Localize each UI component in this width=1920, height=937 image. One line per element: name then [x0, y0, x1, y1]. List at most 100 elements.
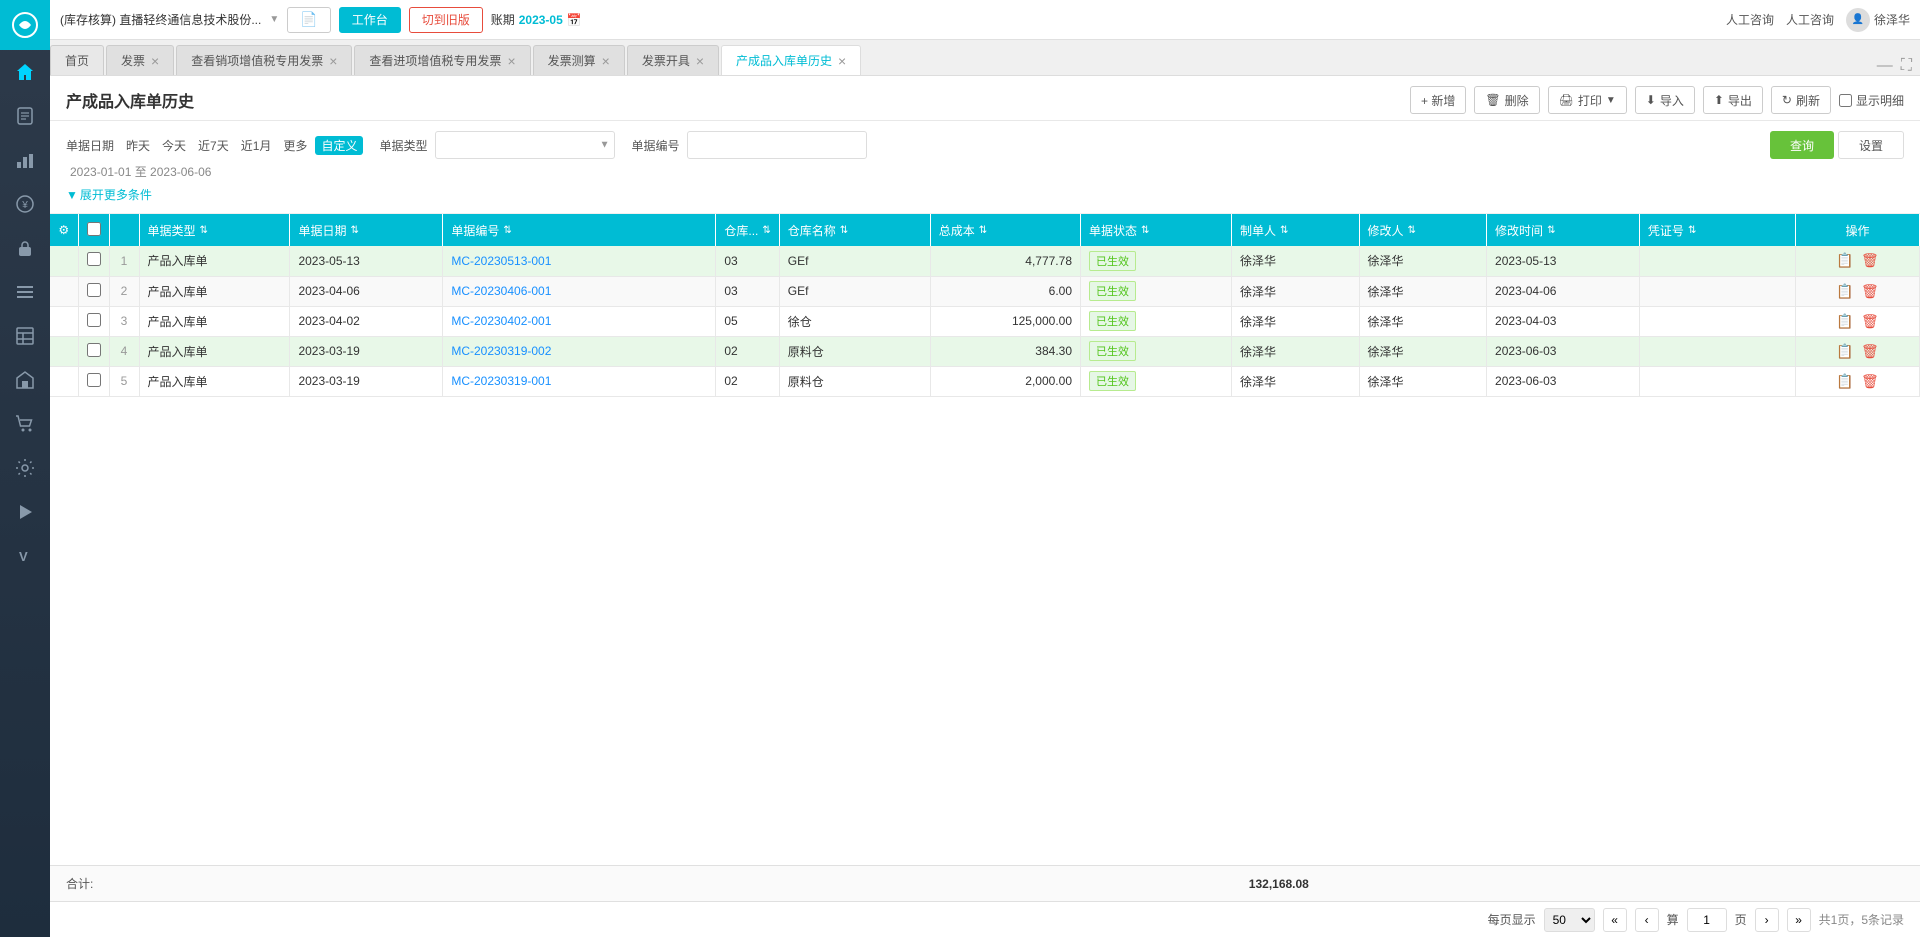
sidebar-item-settings[interactable]	[0, 446, 50, 490]
sidebar-item-warehouse[interactable]	[0, 358, 50, 402]
th-warehouse-code[interactable]: 仓库...⇅	[716, 214, 779, 246]
edit-op-btn[interactable]: 📋	[1834, 252, 1855, 269]
prev-page-btn[interactable]: ‹	[1635, 908, 1659, 932]
shortcut-today[interactable]: 今天	[158, 136, 190, 155]
doc-number-link[interactable]: MC-20230406-001	[451, 284, 551, 298]
close-icon[interactable]: ×	[329, 54, 337, 68]
delete-op-btn[interactable]: 🗑	[1859, 313, 1881, 330]
doc-number-link[interactable]: MC-20230402-001	[451, 314, 551, 328]
tab-invoice-open[interactable]: 发票开具 ×	[627, 45, 719, 75]
td-checkbox[interactable]	[78, 336, 109, 366]
tab-invoice-calc[interactable]: 发票测算 ×	[533, 45, 625, 75]
th-type[interactable]: 单据类型⇅	[139, 214, 290, 246]
user-section[interactable]: 👤 徐泽华	[1846, 8, 1910, 32]
edit-op-btn[interactable]: 📋	[1834, 373, 1855, 390]
sidebar-item-purchase[interactable]	[0, 402, 50, 446]
th-status[interactable]: 单据状态⇅	[1081, 214, 1232, 246]
tab-home[interactable]: 首页	[50, 45, 104, 75]
td-checkbox[interactable]	[78, 276, 109, 306]
new-btn[interactable]: + 新增	[1410, 86, 1466, 114]
tab-purchase-vat[interactable]: 查看进项增值税专用发票 ×	[354, 45, 530, 75]
close-icon[interactable]: ×	[507, 54, 515, 68]
calendar-icon[interactable]: 📅	[567, 13, 582, 27]
td-checkbox[interactable]	[78, 246, 109, 276]
delete-btn[interactable]: 🗑 删除	[1474, 86, 1539, 114]
row-checkbox[interactable]	[87, 252, 101, 266]
shortcut-custom[interactable]: 自定义	[315, 136, 363, 155]
th-warehouse-name[interactable]: 仓库名称⇅	[779, 214, 930, 246]
export-btn[interactable]: ⬆ 导出	[1703, 86, 1763, 114]
show-detail-checkbox[interactable]	[1839, 94, 1852, 107]
th-total-cost[interactable]: 总成本⇅	[930, 214, 1080, 246]
td-number[interactable]: MC-20230406-001	[443, 276, 716, 306]
sidebar-item-docs[interactable]	[0, 94, 50, 138]
td-number[interactable]: MC-20230513-001	[443, 246, 716, 276]
shortcut-7days[interactable]: 近7天	[194, 136, 233, 155]
delete-op-btn[interactable]: 🗑	[1859, 283, 1881, 300]
delete-op-btn[interactable]: 🗑	[1859, 252, 1881, 269]
shortcut-yesterday[interactable]: 昨天	[122, 136, 154, 155]
row-checkbox[interactable]	[87, 373, 101, 387]
td-number[interactable]: MC-20230319-002	[443, 336, 716, 366]
tab-product-inbound[interactable]: 产成品入库单历史 ×	[721, 45, 861, 75]
edit-op-btn[interactable]: 📋	[1834, 283, 1855, 300]
th-checkbox[interactable]	[78, 214, 109, 246]
app-logo[interactable]	[0, 0, 50, 50]
sidebar-item-play[interactable]	[0, 490, 50, 534]
th-creator[interactable]: 制单人⇅	[1231, 214, 1359, 246]
type-select[interactable]	[435, 131, 615, 159]
print-btn[interactable]: 🖨 打印 ▼	[1548, 86, 1627, 114]
th-modify-time[interactable]: 修改时间⇅	[1487, 214, 1640, 246]
sidebar-item-lock[interactable]	[0, 226, 50, 270]
edit-op-btn[interactable]: 📋	[1834, 343, 1855, 360]
refresh-btn[interactable]: ↻ 刷新	[1771, 86, 1831, 114]
delete-op-btn[interactable]: 🗑	[1859, 343, 1881, 360]
query-btn[interactable]: 查询	[1770, 131, 1834, 159]
delete-op-btn[interactable]: 🗑	[1859, 373, 1881, 390]
sidebar-item-home[interactable]	[0, 50, 50, 94]
th-number[interactable]: 单据编号⇅	[443, 214, 716, 246]
workbench-btn[interactable]: 工作台	[339, 7, 401, 33]
last-page-btn[interactable]: »	[1787, 908, 1811, 932]
td-number[interactable]: MC-20230319-001	[443, 366, 716, 396]
per-page-select[interactable]: 50 10 20 100	[1544, 908, 1595, 932]
close-icon[interactable]: ×	[602, 54, 610, 68]
td-checkbox[interactable]	[78, 366, 109, 396]
help-label[interactable]: 人工咨询	[1786, 11, 1834, 28]
page-number-input[interactable]	[1687, 908, 1727, 932]
td-number[interactable]: MC-20230402-001	[443, 306, 716, 336]
number-filter-input[interactable]	[687, 131, 867, 159]
settings-icon[interactable]: ⚙	[58, 223, 69, 237]
edit-op-btn[interactable]: 📋	[1834, 313, 1855, 330]
close-icon[interactable]: ×	[838, 54, 846, 68]
doc-number-link[interactable]: MC-20230513-001	[451, 254, 551, 268]
th-date[interactable]: 单据日期⇅	[290, 214, 443, 246]
th-setting[interactable]: ⚙	[50, 214, 78, 246]
sidebar-item-finance[interactable]: ¥	[0, 182, 50, 226]
shortcut-1month[interactable]: 近1月	[237, 136, 276, 155]
th-voucher[interactable]: 凭证号⇅	[1639, 214, 1795, 246]
row-checkbox[interactable]	[87, 283, 101, 297]
copy-doc-btn[interactable]: 📄	[287, 7, 330, 33]
expand-filter-btn[interactable]: ▼ 展开更多条件	[66, 186, 1904, 203]
sidebar-item-chart[interactable]	[0, 138, 50, 182]
doc-number-link[interactable]: MC-20230319-002	[451, 344, 551, 358]
sidebar-item-list[interactable]	[0, 270, 50, 314]
doc-number-link[interactable]: MC-20230319-001	[451, 374, 551, 388]
import-btn[interactable]: ⬇ 导入	[1635, 86, 1695, 114]
row-checkbox[interactable]	[87, 313, 101, 327]
tab-invoice[interactable]: 发票 ×	[106, 45, 174, 75]
close-icon[interactable]: ×	[151, 54, 159, 68]
tab-sales-vat[interactable]: 查看销项增值税专用发票 ×	[176, 45, 352, 75]
window-maximize-btn[interactable]: ⛶	[1901, 57, 1912, 75]
shortcut-more[interactable]: 更多	[279, 136, 311, 155]
select-all-checkbox[interactable]	[87, 222, 101, 236]
th-modifier[interactable]: 修改人⇅	[1359, 214, 1487, 246]
td-checkbox[interactable]	[78, 306, 109, 336]
row-checkbox[interactable]	[87, 343, 101, 357]
reset-btn[interactable]: 设置	[1838, 131, 1904, 159]
next-page-btn[interactable]: ›	[1755, 908, 1779, 932]
help-btn[interactable]: 人工咨询	[1726, 11, 1774, 28]
switch-version-btn[interactable]: 切到旧版	[409, 7, 483, 33]
sidebar-item-table[interactable]	[0, 314, 50, 358]
